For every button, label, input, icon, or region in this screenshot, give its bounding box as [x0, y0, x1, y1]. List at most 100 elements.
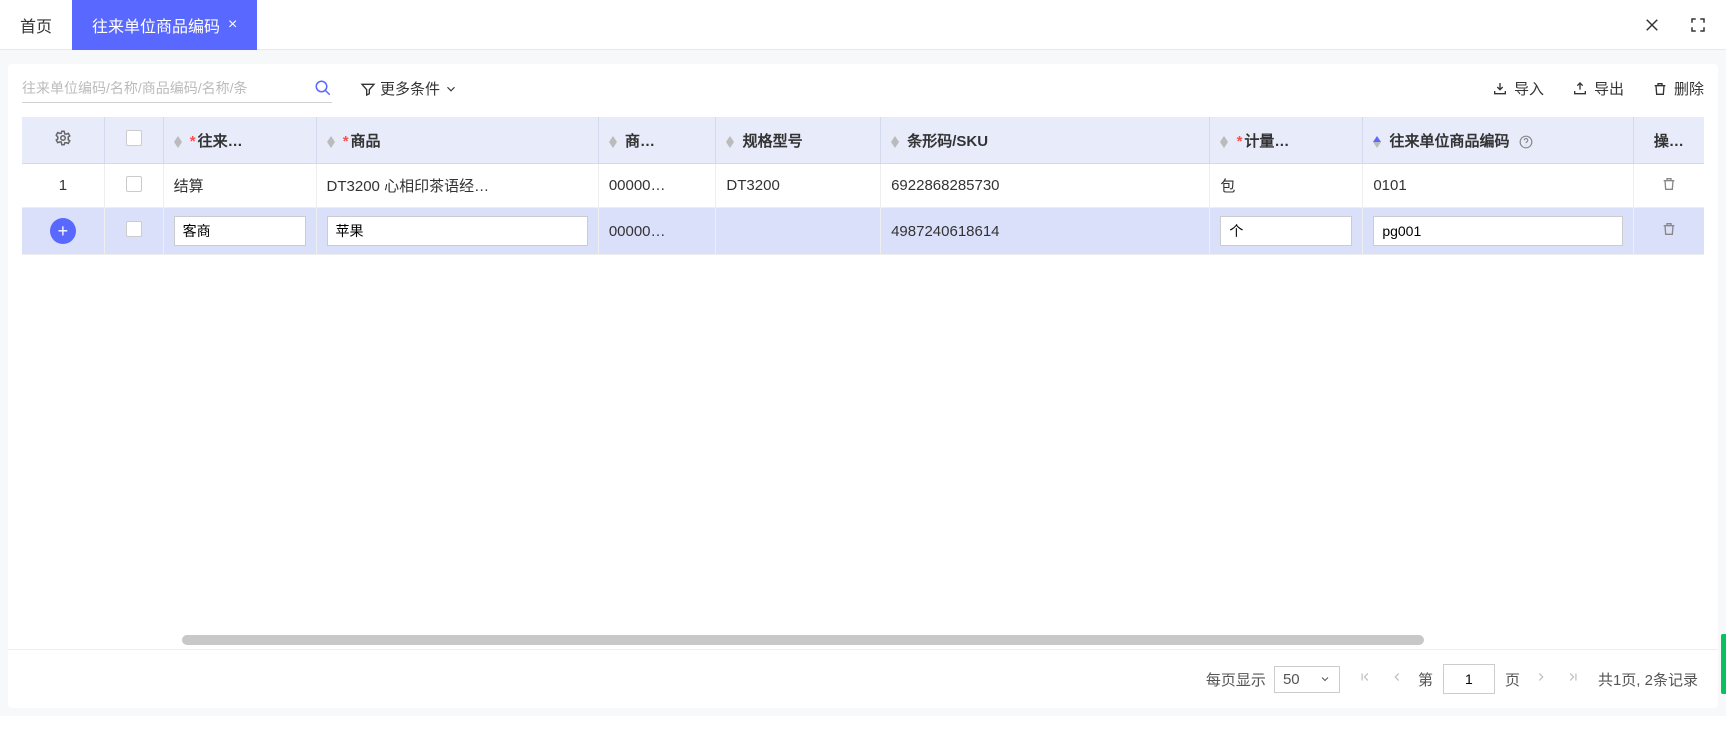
cell-partner-product-code[interactable]	[1363, 208, 1634, 255]
cell-product[interactable]: DT3200 心相印茶语经…	[316, 164, 598, 208]
cell-partner[interactable]	[163, 208, 316, 255]
add-row-button[interactable]: +	[50, 218, 76, 244]
cell-barcode[interactable]: 6922868285730	[881, 164, 1210, 208]
cell-unit[interactable]: 包	[1210, 164, 1363, 208]
import-button[interactable]: 导入	[1492, 78, 1544, 99]
search-input[interactable]	[22, 74, 314, 102]
table-row[interactable]: 1 结算 DT3200 心相印茶语经… 00000… DT3200 692286…	[22, 164, 1704, 208]
page-nav: 第 页	[1354, 664, 1584, 694]
unit-input[interactable]	[1220, 216, 1352, 246]
page-last-button[interactable]	[1562, 668, 1584, 690]
per-page-label: 每页显示	[1206, 669, 1266, 690]
cell-product-code[interactable]: 00000…	[598, 164, 716, 208]
page-size-select[interactable]: 50	[1274, 666, 1340, 693]
sort-icon	[327, 136, 335, 148]
cell-partner[interactable]: 结算	[163, 164, 316, 208]
page-suffix: 页	[1505, 669, 1520, 690]
column-settings[interactable]	[22, 117, 104, 164]
search-field	[22, 74, 332, 103]
page-next-button[interactable]	[1530, 668, 1552, 690]
tab-home[interactable]: 首页	[0, 0, 72, 50]
tabs-right-controls	[1638, 11, 1726, 39]
column-action-label: 操…	[1654, 133, 1684, 150]
column-spec[interactable]: 规格型号	[716, 117, 881, 164]
pagination: 每页显示 50 第 页	[8, 649, 1718, 708]
table-header-row: *往来… *商品 商…	[22, 117, 1704, 164]
sort-icon	[1373, 136, 1381, 148]
tab-active-label: 往来单位商品编码	[92, 13, 220, 37]
gear-icon	[54, 134, 72, 151]
page-prefix: 第	[1418, 669, 1433, 690]
sort-icon	[1220, 136, 1228, 148]
tab-close-icon[interactable]: ×	[228, 17, 237, 33]
column-barcode[interactable]: 条形码/SKU	[881, 117, 1210, 164]
delete-button[interactable]: 删除	[1652, 78, 1704, 99]
data-table: *往来… *商品 商…	[22, 117, 1704, 255]
table-row[interactable]: + 00000… 4987240618614	[22, 208, 1704, 255]
row-delete-button[interactable]	[1661, 176, 1677, 192]
page-size: 每页显示 50	[1206, 666, 1340, 693]
page-first-button[interactable]	[1354, 668, 1376, 690]
required-star: *	[190, 133, 196, 150]
tabs-bar: 首页 往来单位商品编码 ×	[0, 0, 1726, 50]
column-checkbox-all[interactable]	[104, 117, 163, 164]
sort-icon	[726, 136, 734, 148]
column-product[interactable]: *商品	[316, 117, 598, 164]
side-indicator[interactable]	[1721, 634, 1726, 694]
chevron-down-icon	[1319, 673, 1331, 685]
column-unit-label: 计量…	[1244, 133, 1289, 150]
more-conditions-button[interactable]: 更多条件	[360, 78, 458, 99]
export-icon	[1572, 81, 1588, 97]
pagination-summary: 共1页, 2条记录	[1598, 669, 1698, 690]
column-unit[interactable]: *计量…	[1210, 117, 1363, 164]
cell-unit[interactable]	[1210, 208, 1363, 255]
toolbar: 更多条件 导入 导出 删除	[8, 64, 1718, 117]
column-barcode-label: 条形码/SKU	[907, 133, 988, 150]
partner-input[interactable]	[174, 216, 306, 246]
column-product-label: 商品	[351, 133, 381, 150]
tab-partner-product-code[interactable]: 往来单位商品编码 ×	[72, 0, 257, 50]
cell-spec[interactable]: DT3200	[716, 164, 881, 208]
column-spec-label: 规格型号	[743, 133, 803, 150]
sort-icon	[609, 136, 617, 148]
row-checkbox[interactable]	[126, 176, 142, 192]
page-number-input[interactable]	[1443, 664, 1495, 694]
partner-product-code-input[interactable]	[1373, 216, 1623, 246]
column-partner-label: 往来…	[198, 133, 243, 150]
column-product-code-label: 商…	[625, 133, 655, 150]
scrollbar-thumb[interactable]	[182, 635, 1424, 645]
help-icon[interactable]	[1518, 134, 1534, 150]
checkbox-all[interactable]	[126, 130, 142, 146]
sort-icon	[174, 136, 182, 148]
tab-home-label: 首页	[20, 13, 52, 37]
column-product-code[interactable]: 商…	[598, 117, 716, 164]
row-checkbox[interactable]	[126, 221, 142, 237]
import-icon	[1492, 81, 1508, 97]
trash-icon	[1652, 81, 1668, 97]
import-label: 导入	[1514, 78, 1544, 99]
cell-spec[interactable]	[716, 208, 881, 255]
close-all-icon[interactable]	[1638, 11, 1666, 39]
table-empty-area	[8, 255, 1718, 635]
column-partner[interactable]: *往来…	[163, 117, 316, 164]
page-prev-button[interactable]	[1386, 668, 1408, 690]
delete-label: 删除	[1674, 78, 1704, 99]
cell-product-code[interactable]: 00000…	[598, 208, 716, 255]
cell-partner-product-code[interactable]: 0101	[1363, 164, 1634, 208]
export-button[interactable]: 导出	[1572, 78, 1624, 99]
chevron-down-icon	[444, 82, 458, 96]
row-delete-button[interactable]	[1661, 221, 1677, 237]
column-partner-product-code-label: 往来单位商品编码	[1389, 133, 1509, 150]
fullscreen-icon[interactable]	[1684, 11, 1712, 39]
required-star: *	[1237, 133, 1243, 150]
more-conditions-label: 更多条件	[380, 78, 440, 99]
search-icon[interactable]	[314, 79, 332, 97]
sort-icon	[891, 136, 899, 148]
row-number: 1	[22, 164, 104, 208]
cell-barcode[interactable]: 4987240618614	[881, 208, 1210, 255]
column-partner-product-code[interactable]: 往来单位商品编码	[1363, 117, 1634, 164]
column-action: 操…	[1633, 117, 1704, 164]
horizontal-scrollbar[interactable]	[22, 635, 1704, 649]
cell-product[interactable]	[316, 208, 598, 255]
product-input[interactable]	[327, 216, 588, 246]
